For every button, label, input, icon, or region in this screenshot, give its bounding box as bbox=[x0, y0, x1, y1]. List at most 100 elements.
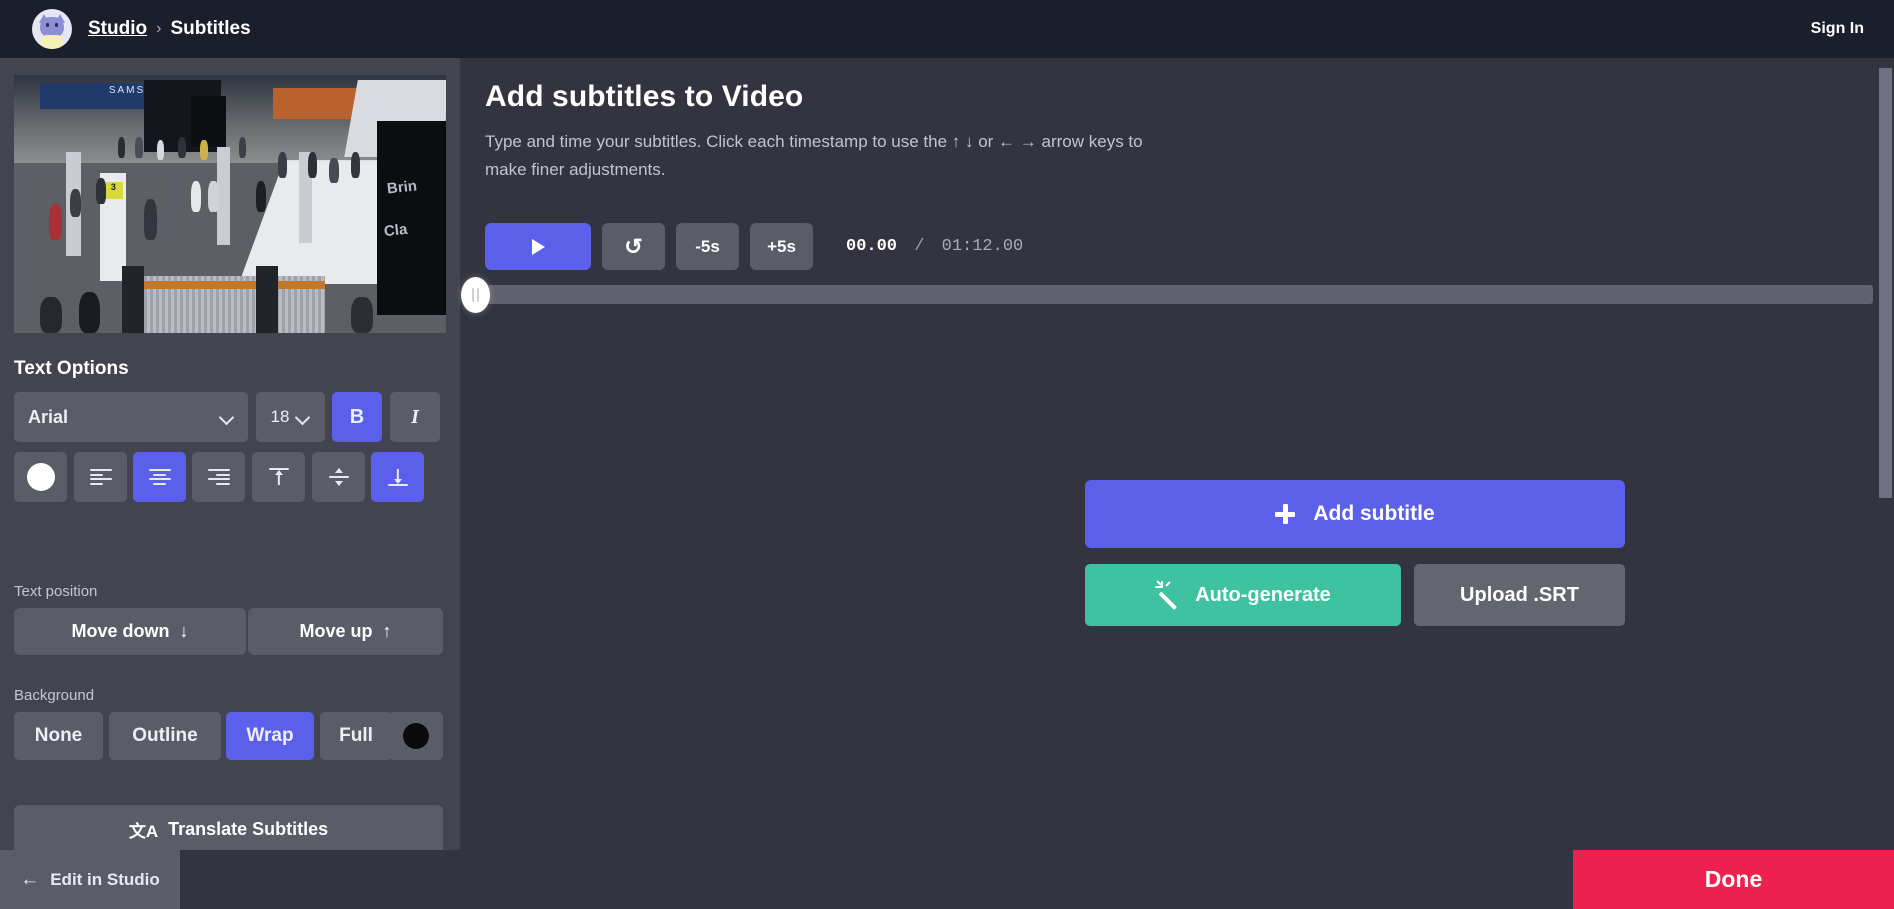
move-up-button[interactable]: Move up ↑ bbox=[248, 608, 443, 655]
preview-person bbox=[178, 136, 186, 158]
preview-banner-text-2: Cla bbox=[382, 220, 408, 241]
add-subtitle-button[interactable]: Add subtitle bbox=[1085, 480, 1625, 548]
preview-black-banner: Brin Cla bbox=[376, 121, 446, 315]
restart-icon: ↺ bbox=[624, 233, 643, 259]
breadcrumb-current-page: Subtitles bbox=[170, 18, 251, 39]
breadcrumb: Studio › Subtitles bbox=[88, 18, 251, 40]
preview-person bbox=[191, 180, 202, 212]
translate-subtitles-label: Translate Subtitles bbox=[168, 819, 329, 839]
preview-person bbox=[255, 180, 267, 212]
top-header-bar: Studio › Subtitles Sign In bbox=[0, 0, 1894, 58]
avatar-cat-head-icon bbox=[40, 17, 64, 37]
avatar-eye-right-icon bbox=[55, 23, 58, 27]
background-option-wrap[interactable]: Wrap bbox=[226, 712, 314, 760]
preview-escalator-rail-left bbox=[122, 265, 144, 333]
background-option-outline[interactable]: Outline bbox=[109, 712, 221, 760]
preview-person bbox=[143, 198, 157, 241]
bottom-bar: ← Edit in Studio Done bbox=[0, 850, 1894, 909]
play-icon bbox=[531, 238, 545, 255]
background-option-full[interactable]: Full bbox=[320, 712, 392, 760]
timeline-track[interactable] bbox=[467, 285, 1873, 304]
brand-breadcrumb-group: Studio › Subtitles bbox=[0, 9, 251, 49]
sign-in-button[interactable]: Sign In bbox=[1811, 20, 1864, 38]
timeline-seek-bar[interactable] bbox=[461, 277, 1873, 313]
align-right-icon bbox=[207, 469, 230, 485]
color-swatch-icon bbox=[26, 463, 55, 491]
avatar-eye-left-icon bbox=[46, 23, 49, 27]
preview-person bbox=[199, 139, 208, 161]
preview-person bbox=[208, 180, 219, 212]
preview-person bbox=[350, 296, 373, 333]
preview-person bbox=[78, 291, 101, 333]
plus-icon bbox=[1275, 504, 1296, 524]
done-button[interactable]: Done bbox=[1573, 850, 1894, 909]
translate-subtitles-button[interactable]: 文A Translate Subtitles bbox=[14, 805, 443, 850]
text-position-label: Text position bbox=[14, 583, 98, 600]
chevron-down-icon bbox=[221, 411, 234, 424]
page-description: Type and time your subtitles. Click each… bbox=[485, 128, 1145, 184]
preview-banner-text-1: Brin bbox=[385, 177, 418, 199]
page-title: Add subtitles to Video bbox=[485, 80, 804, 113]
current-time: 00.00 bbox=[846, 237, 898, 256]
timeline-thumb[interactable] bbox=[461, 277, 490, 313]
valign-top-button[interactable] bbox=[252, 452, 305, 502]
edit-in-studio-button[interactable]: ← Edit in Studio bbox=[0, 850, 180, 909]
breadcrumb-separator-icon: › bbox=[156, 20, 162, 37]
preview-person bbox=[350, 152, 361, 179]
restart-button[interactable]: ↺ bbox=[602, 223, 665, 270]
align-right-button[interactable] bbox=[192, 452, 245, 502]
bold-button[interactable]: B bbox=[332, 392, 382, 442]
add-subtitle-label: Add subtitle bbox=[1313, 502, 1435, 525]
font-family-select[interactable]: Arial bbox=[14, 392, 248, 442]
valign-middle-button[interactable] bbox=[312, 452, 365, 502]
align-left-button[interactable] bbox=[74, 452, 127, 502]
preview-person bbox=[39, 296, 62, 333]
font-size-select[interactable]: 18 bbox=[256, 392, 325, 442]
page-description-line-1: Type and time your subtitles. Click each… bbox=[485, 132, 1037, 151]
total-time: 01:12.00 bbox=[941, 237, 1024, 256]
font-size-value: 18 bbox=[270, 407, 290, 426]
video-preview[interactable]: 3 Brin Cla bbox=[14, 75, 446, 333]
secondary-actions-row: Auto-generate Upload .SRT bbox=[1085, 564, 1625, 626]
valign-bottom-button[interactable] bbox=[371, 452, 424, 502]
background-color-button[interactable] bbox=[388, 712, 443, 760]
preview-person bbox=[96, 178, 107, 204]
main-content-panel: Add subtitles to Video Type and time you… bbox=[460, 58, 1894, 850]
forward-5s-button[interactable]: +5s bbox=[750, 223, 813, 270]
font-family-value: Arial bbox=[28, 406, 69, 427]
timecode-display: 00.00 / 01:12.00 bbox=[846, 237, 1023, 256]
arrow-up-icon: ↑ bbox=[382, 621, 392, 641]
italic-button[interactable]: I bbox=[390, 392, 440, 442]
preview-pillar-2 bbox=[217, 147, 230, 246]
avatar-body-icon bbox=[41, 35, 63, 49]
align-center-button[interactable] bbox=[133, 452, 186, 502]
preview-person bbox=[277, 152, 288, 179]
upload-srt-button[interactable]: Upload .SRT bbox=[1414, 564, 1625, 626]
player-controls: ↺ -5s +5s 00.00 / 01:12.00 bbox=[485, 223, 1023, 270]
preview-person bbox=[169, 183, 181, 215]
move-down-button[interactable]: Move down ↓ bbox=[14, 608, 246, 655]
background-label: Background bbox=[14, 687, 95, 704]
avatar[interactable] bbox=[32, 9, 72, 49]
preview-escalator-rail-right bbox=[255, 265, 278, 333]
arrow-left-icon: ← bbox=[20, 869, 40, 890]
text-color-button[interactable] bbox=[14, 452, 67, 502]
align-center-icon bbox=[148, 469, 171, 485]
preview-person bbox=[156, 139, 165, 161]
scrollbar-thumb[interactable] bbox=[1879, 68, 1892, 498]
play-button[interactable] bbox=[485, 223, 591, 270]
preview-escalator-strip bbox=[126, 281, 326, 290]
breadcrumb-studio-link[interactable]: Studio bbox=[88, 18, 147, 40]
background-option-none[interactable]: None bbox=[14, 712, 103, 760]
preview-dark-archway-2 bbox=[191, 95, 226, 148]
align-bottom-icon bbox=[387, 467, 408, 487]
preview-person bbox=[117, 136, 126, 158]
translate-icon: 文A bbox=[128, 822, 159, 841]
auto-generate-button[interactable]: Auto-generate bbox=[1085, 564, 1401, 626]
left-sidebar: 3 Brin Cla Text Options Arial bbox=[0, 58, 460, 850]
time-separator: / bbox=[914, 237, 925, 256]
arrow-down-icon: ↓ bbox=[179, 621, 189, 641]
subtitle-actions-group: Add subtitle Auto-generate Upload .SRT bbox=[1085, 480, 1625, 626]
main-vertical-scrollbar[interactable] bbox=[1879, 68, 1892, 828]
back-5s-button[interactable]: -5s bbox=[676, 223, 739, 270]
